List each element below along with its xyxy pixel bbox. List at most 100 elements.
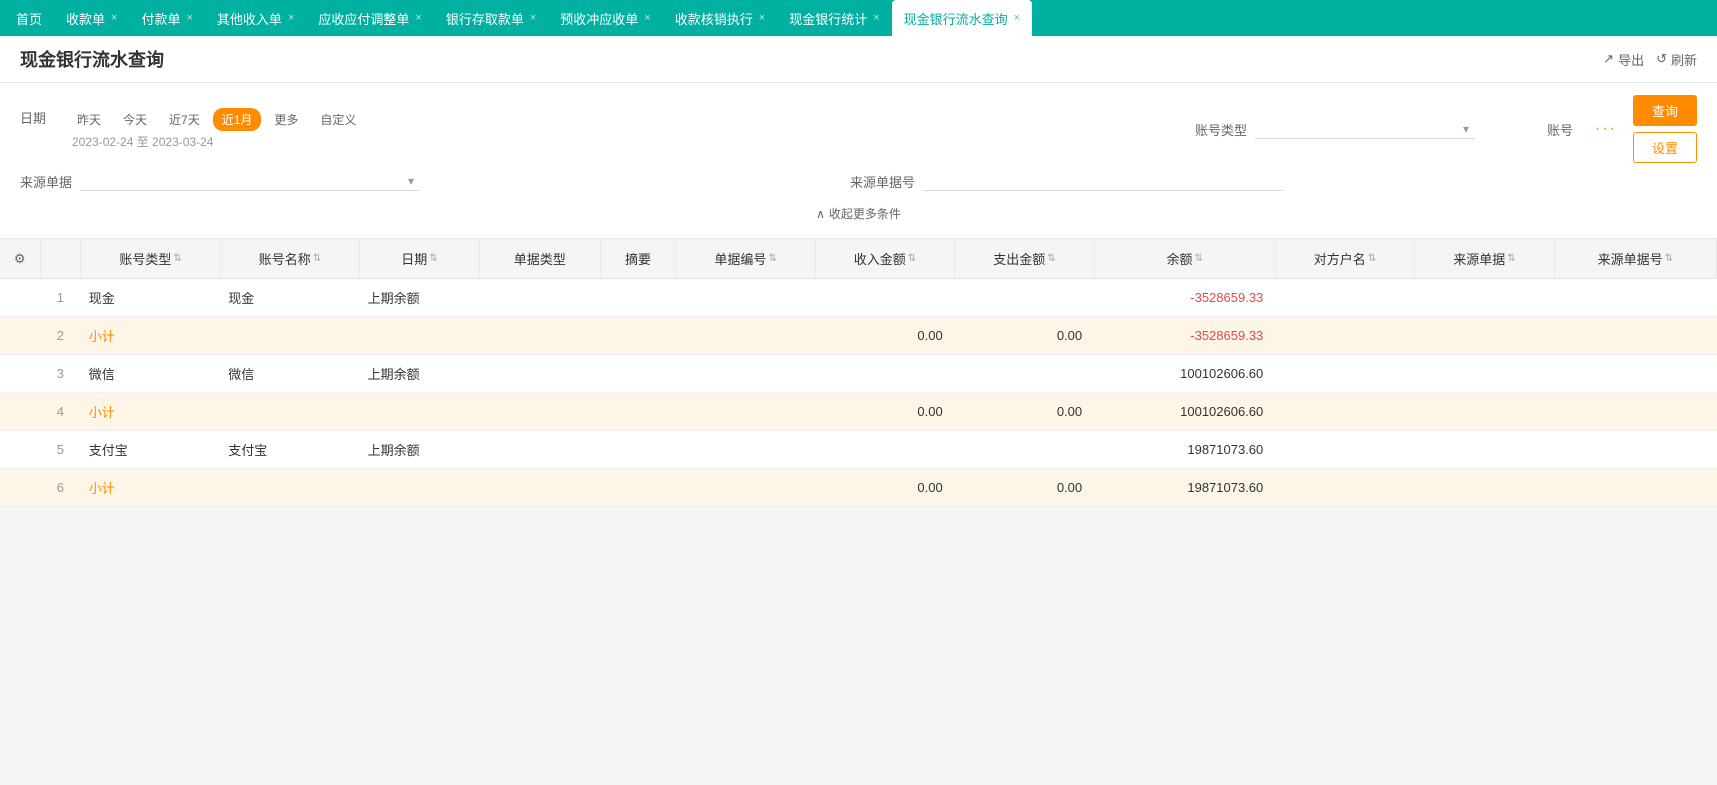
close-icon[interactable]: × <box>415 12 421 24</box>
cell-source-doc <box>1415 355 1554 393</box>
col-doc-type: 单据类型 <box>479 239 600 279</box>
close-icon[interactable]: × <box>288 12 294 24</box>
table-row: 2 小计 0.00 0.00 -3528659.33 <box>0 317 1717 355</box>
date-label: 日期 <box>20 108 60 127</box>
top-navigation: 首页 收款单 × 付款单 × 其他收入单 × 应收应付调整单 × 银行存取款单 … <box>0 0 1717 36</box>
table-header-row: ⚙ 账号类型 ⇅ 账号名称 ⇅ 日期 <box>0 239 1717 279</box>
cell-account-type: 现金 <box>81 279 220 317</box>
cell-expense: 0.00 <box>955 469 1094 507</box>
sort-icon: ⇅ <box>768 253 776 264</box>
date-range-display: 2023-02-24 至 2023-03-24 <box>72 133 365 150</box>
sort-icon: ⇅ <box>313 253 321 264</box>
cell-rownum: 1 <box>40 279 81 317</box>
close-icon[interactable]: × <box>759 12 765 24</box>
cell-summary <box>600 279 676 317</box>
nav-home[interactable]: 首页 <box>4 0 54 36</box>
sort-icon: ⇅ <box>1195 253 1203 264</box>
account-dots-button[interactable]: ··· <box>1595 120 1617 138</box>
page-header: 现金银行流水查询 ↗ 导出 ↺ 刷新 <box>0 36 1717 83</box>
settings-button[interactable]: 设置 <box>1633 132 1697 163</box>
cell-income <box>815 279 954 317</box>
cell-rownum: 6 <box>40 469 81 507</box>
date-btn-7days[interactable]: 近7天 <box>160 108 209 131</box>
account-type-select[interactable]: ▾ <box>1255 120 1475 139</box>
cell-income <box>815 431 954 469</box>
cell-date: 上期余额 <box>360 355 479 393</box>
close-icon[interactable]: × <box>111 12 117 24</box>
cell-counterpart <box>1275 431 1414 469</box>
cell-income: 0.00 <box>815 393 954 431</box>
nav-yushou[interactable]: 预收冲应收单 × <box>548 0 662 36</box>
export-button[interactable]: ↗ 导出 <box>1603 50 1644 69</box>
col-account-type: 账号类型 ⇅ <box>81 239 220 279</box>
cell-date <box>360 393 479 431</box>
table-row: 4 小计 0.00 0.00 100102606.60 <box>0 393 1717 431</box>
cell-source-doc-no <box>1554 279 1716 317</box>
refresh-icon: ↺ <box>1656 51 1667 67</box>
close-icon[interactable]: × <box>644 12 650 24</box>
cell-source-doc-no <box>1554 317 1716 355</box>
close-icon[interactable]: × <box>186 12 192 24</box>
cell-doc-no <box>676 393 815 431</box>
source-doc-select[interactable]: ▾ <box>80 172 420 191</box>
date-btn-custom[interactable]: 自定义 <box>311 108 365 131</box>
cell-expense: 0.00 <box>955 393 1094 431</box>
close-icon[interactable]: × <box>873 12 879 24</box>
cell-counterpart <box>1275 393 1414 431</box>
cell-counterpart <box>1275 469 1414 507</box>
nav-qitashoru[interactable]: 其他收入单 × <box>205 0 306 36</box>
nav-shoukuanhexiao[interactable]: 收款核销执行 × <box>663 0 777 36</box>
action-buttons: 查询 设置 <box>1633 95 1697 163</box>
sort-icon: ⇅ <box>429 253 437 264</box>
cell-source-doc-no <box>1554 393 1716 431</box>
cell-summary <box>600 355 676 393</box>
sort-icon: ⇅ <box>1665 253 1673 264</box>
gear-icon[interactable]: ⚙ <box>14 251 26 266</box>
cell-balance: 19871073.60 <box>1094 469 1275 507</box>
cell-summary <box>600 393 676 431</box>
cell-account-name: 微信 <box>220 355 359 393</box>
nav-xianjintongji[interactable]: 现金银行统计 × <box>777 0 891 36</box>
nav-shoukuan[interactable]: 收款单 × <box>54 0 129 36</box>
cell-account-name <box>220 393 359 431</box>
cell-source-doc <box>1415 431 1554 469</box>
cell-account-type: 小计 <box>81 393 220 431</box>
date-btn-today[interactable]: 今天 <box>114 108 156 131</box>
close-icon[interactable]: × <box>530 12 536 24</box>
cell-date <box>360 469 479 507</box>
header-actions: ↗ 导出 ↺ 刷新 <box>1603 50 1697 69</box>
date-btn-yesterday[interactable]: 昨天 <box>68 108 110 131</box>
source-doc-label: 来源单据 <box>20 172 72 191</box>
date-btn-1month[interactable]: 近1月 <box>213 108 262 131</box>
col-account-name: 账号名称 ⇅ <box>220 239 359 279</box>
close-icon[interactable]: × <box>1014 12 1020 24</box>
nav-liushui[interactable]: 现金银行流水查询 × <box>892 0 1032 36</box>
nav-fukuan[interactable]: 付款单 × <box>129 0 204 36</box>
cell-balance: 100102606.60 <box>1094 355 1275 393</box>
date-btn-more[interactable]: 更多 <box>265 108 307 131</box>
query-button[interactable]: 查询 <box>1633 95 1697 126</box>
cell-account-name <box>220 469 359 507</box>
cell-account-name <box>220 317 359 355</box>
refresh-button[interactable]: ↺ 刷新 <box>1656 50 1697 69</box>
cell-doc-no <box>676 431 815 469</box>
cell-rownum: 4 <box>40 393 81 431</box>
nav-yinhangcunqu[interactable]: 银行存取款单 × <box>434 0 548 36</box>
collapse-bar[interactable]: ∧ 收起更多条件 <box>20 199 1697 226</box>
cell-balance: 19871073.60 <box>1094 431 1275 469</box>
cell-doc-type <box>479 317 600 355</box>
cell-expense <box>955 355 1094 393</box>
filter-row-source: 来源单据 ▾ 来源单据号 <box>20 171 1697 191</box>
cell-account-type: 支付宝 <box>81 431 220 469</box>
source-doc-no-input[interactable] <box>923 171 1283 191</box>
cell-doc-type <box>479 393 600 431</box>
cell-rownum: 3 <box>40 355 81 393</box>
col-income: 收入金额 ⇅ <box>815 239 954 279</box>
account-label: 账号 <box>1547 120 1587 139</box>
nav-yingshouyingfu[interactable]: 应收应付调整单 × <box>306 0 433 36</box>
cell-doc-type <box>479 279 600 317</box>
cell-source-doc-no <box>1554 355 1716 393</box>
cell-rownum: 2 <box>40 317 81 355</box>
table-row: 3 微信 微信 上期余额 100102606.60 <box>0 355 1717 393</box>
col-summary: 摘要 <box>600 239 676 279</box>
